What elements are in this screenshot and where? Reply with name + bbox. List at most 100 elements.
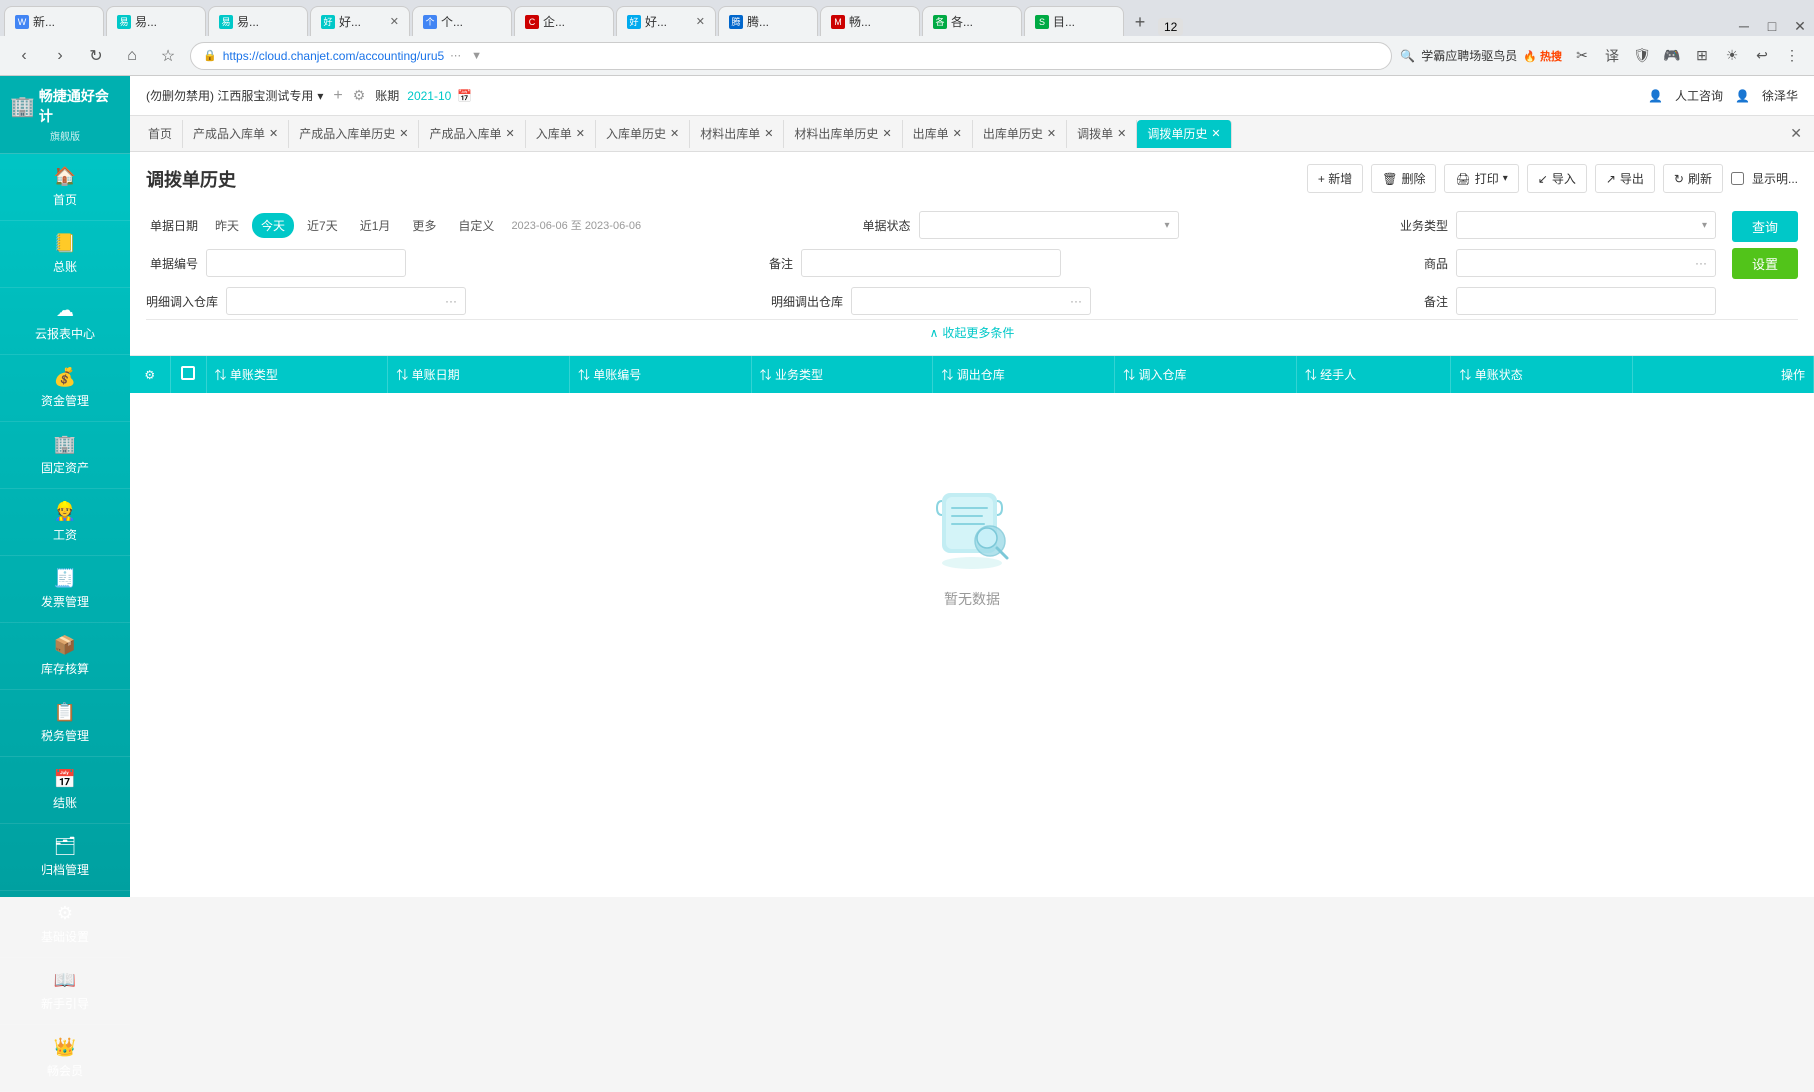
doc-num-input[interactable] <box>206 249 406 277</box>
page-tab-1[interactable]: 产成品入库单 ✕ <box>183 120 289 148</box>
table-col-biz-type[interactable]: ⇅ 业务类型 <box>751 356 933 393</box>
sidebar-item-salary[interactable]: 👷 工资 <box>0 489 130 556</box>
page-tab-close-9[interactable]: ✕ <box>1047 127 1056 140</box>
sidebar-item-cloud-report[interactable]: ☁ 云报表中心 <box>0 288 130 355</box>
new-tab-button[interactable]: + <box>1126 8 1154 36</box>
table-col-doc-date[interactable]: ⇅ 单账日期 <box>388 356 570 393</box>
table-col-doc-type[interactable]: ⇅ 单账类型 <box>206 356 388 393</box>
table-col-checkbox[interactable] <box>170 356 206 393</box>
extra-remark-input[interactable] <box>1456 287 1716 315</box>
table-col-doc-num[interactable]: ⇅ 单账编号 <box>569 356 751 393</box>
table-col-in-warehouse[interactable]: ⇅ 调入仓库 <box>1115 356 1297 393</box>
browser-tab-10[interactable]: 各 各... <box>922 6 1022 36</box>
sidebar-item-close-period[interactable]: 📅 结账 <box>0 757 130 824</box>
page-tab-7[interactable]: 材料出库单历史 ✕ <box>784 120 902 148</box>
browser-tab-1[interactable]: W 新... <box>4 6 104 36</box>
page-tab-close-7[interactable]: ✕ <box>882 127 891 140</box>
page-tab-close-5[interactable]: ✕ <box>670 127 679 140</box>
tab-close-4[interactable]: ✕ <box>390 15 399 28</box>
date-today[interactable]: 今天 <box>252 213 294 238</box>
browser-tab-5[interactable]: 个 个... <box>412 6 512 36</box>
display-button[interactable]: 显示明... <box>1731 170 1798 187</box>
bookmark-button[interactable]: ☆ <box>154 42 182 70</box>
status-select[interactable]: ▾ <box>919 211 1179 239</box>
sidebar-item-vip[interactable]: 👑 畅会员 <box>0 1025 130 1092</box>
support-label[interactable]: 人工咨询 <box>1675 87 1723 104</box>
page-tab-8[interactable]: 出库单 ✕ <box>903 120 973 148</box>
page-tab-9[interactable]: 出库单历史 ✕ <box>973 120 1067 148</box>
browser-tab-7[interactable]: 好 好... ✕ <box>616 6 716 36</box>
page-tab-10[interactable]: 调拨单 ✕ <box>1067 120 1137 148</box>
close-all-tabs-btn[interactable]: ✕ <box>1790 125 1806 142</box>
address-input[interactable]: 🔒 https://cloud.chanjet.com/accounting/u… <box>190 42 1392 70</box>
page-tab-close-8[interactable]: ✕ <box>953 127 962 140</box>
date-more[interactable]: 更多 <box>403 213 445 238</box>
settings-gear-icon[interactable]: ⚙ <box>353 87 366 104</box>
browser-tab-3[interactable]: 易 易... <box>208 6 308 36</box>
page-tab-home[interactable]: 首页 <box>138 120 183 148</box>
page-tab-close-11[interactable]: ✕ <box>1211 127 1220 140</box>
warehouse-out-select[interactable]: ··· <box>851 287 1091 315</box>
undo-icon[interactable]: ↩ <box>1750 44 1774 68</box>
table-col-doc-status[interactable]: ⇅ 单账状态 <box>1451 356 1633 393</box>
browser-tab-11[interactable]: S 目... <box>1024 6 1124 36</box>
sidebar-item-ledger[interactable]: 📒 总账 <box>0 221 130 288</box>
add-company-button[interactable]: + <box>333 87 342 105</box>
company-selector[interactable]: (勿删勿禁用) 江西服宝测试专用 ▾ <box>146 87 323 104</box>
sidebar-item-fixed-assets[interactable]: 🏢 固定资产 <box>0 422 130 489</box>
page-tab-6[interactable]: 材料出库单 ✕ <box>690 120 784 148</box>
sidebar-item-inventory[interactable]: 📦 库存核算 <box>0 623 130 690</box>
date-custom[interactable]: 自定义 <box>449 213 503 238</box>
apps-icon[interactable]: ⊞ <box>1690 44 1714 68</box>
goods-select[interactable]: ··· <box>1456 249 1716 277</box>
remark-input[interactable] <box>801 249 1061 277</box>
brightness-icon[interactable]: ☀ <box>1720 44 1744 68</box>
page-tab-close-4[interactable]: ✕ <box>576 127 585 140</box>
refresh-button[interactable]: ↻ 刷新 <box>1663 164 1723 193</box>
new-button[interactable]: + 新增 <box>1307 164 1363 193</box>
sidebar-item-home[interactable]: 🏠 首页 <box>0 154 130 221</box>
close-all-icon[interactable]: ✕ <box>1790 125 1802 141</box>
tab-close-7[interactable]: ✕ <box>696 15 705 28</box>
import-button[interactable]: ↙ 导入 <box>1527 164 1587 193</box>
browser-tab-8[interactable]: 腾 腾... <box>718 6 818 36</box>
reload-button[interactable]: ↻ <box>82 42 110 70</box>
sidebar-item-archive[interactable]: 🗂 归档管理 <box>0 824 130 891</box>
minimize-button[interactable]: ─ <box>1734 16 1754 36</box>
collapse-button[interactable]: ∧ 收起更多条件 <box>146 319 1798 345</box>
sidebar-item-settings[interactable]: ⚙ 基础设置 <box>0 891 130 958</box>
menu-icon[interactable]: ⋮ <box>1780 44 1804 68</box>
page-tab-close-1[interactable]: ✕ <box>269 127 278 140</box>
sidebar-item-fund[interactable]: 💰 资金管理 <box>0 355 130 422</box>
page-tab-close-6[interactable]: ✕ <box>764 127 773 140</box>
page-tab-3[interactable]: 产成品入库单 ✕ <box>419 120 525 148</box>
date-yesterday[interactable]: 昨天 <box>206 213 248 238</box>
browser-tab-9[interactable]: M 畅... <box>820 6 920 36</box>
select-all-checkbox[interactable] <box>181 366 195 380</box>
delete-button[interactable]: 🗑 删除 <box>1371 164 1436 193</box>
page-tab-close-2[interactable]: ✕ <box>399 127 408 140</box>
home-button[interactable]: ⌂ <box>118 42 146 70</box>
extension-icon-1[interactable]: 🛡 <box>1630 44 1654 68</box>
extension-icon-2[interactable]: 🎮 <box>1660 44 1684 68</box>
page-tab-5[interactable]: 入库单历史 ✕ <box>596 120 690 148</box>
period-selector[interactable]: 账期 2021-10 📅 <box>375 87 472 104</box>
page-tab-2[interactable]: 产成品入库单历史 ✕ <box>289 120 419 148</box>
page-tab-close-10[interactable]: ✕ <box>1117 127 1126 140</box>
table-col-out-warehouse[interactable]: ⇅ 调出仓库 <box>933 356 1115 393</box>
biz-type-select[interactable]: ▾ <box>1456 211 1716 239</box>
sidebar-item-invoice[interactable]: 🧾 发票管理 <box>0 556 130 623</box>
display-checkbox[interactable] <box>1731 172 1744 185</box>
warehouse-in-select[interactable]: ··· <box>226 287 466 315</box>
print-button[interactable]: 🖨 打印 ▾ <box>1444 164 1518 193</box>
page-tab-4[interactable]: 入库单 ✕ <box>526 120 596 148</box>
setting-button[interactable]: 设置 <box>1732 248 1798 279</box>
table-col-gear[interactable]: ⚙ <box>130 356 170 393</box>
date-7days[interactable]: 近7天 <box>298 213 347 238</box>
sidebar-item-guide[interactable]: 📖 新手引导 <box>0 958 130 1025</box>
export-button[interactable]: ↗ 导出 <box>1595 164 1655 193</box>
browser-tab-4[interactable]: 好 好... ✕ <box>310 6 410 36</box>
query-button[interactable]: 查询 <box>1732 211 1798 242</box>
date-1month[interactable]: 近1月 <box>351 213 400 238</box>
browser-tab-6[interactable]: C 企... <box>514 6 614 36</box>
